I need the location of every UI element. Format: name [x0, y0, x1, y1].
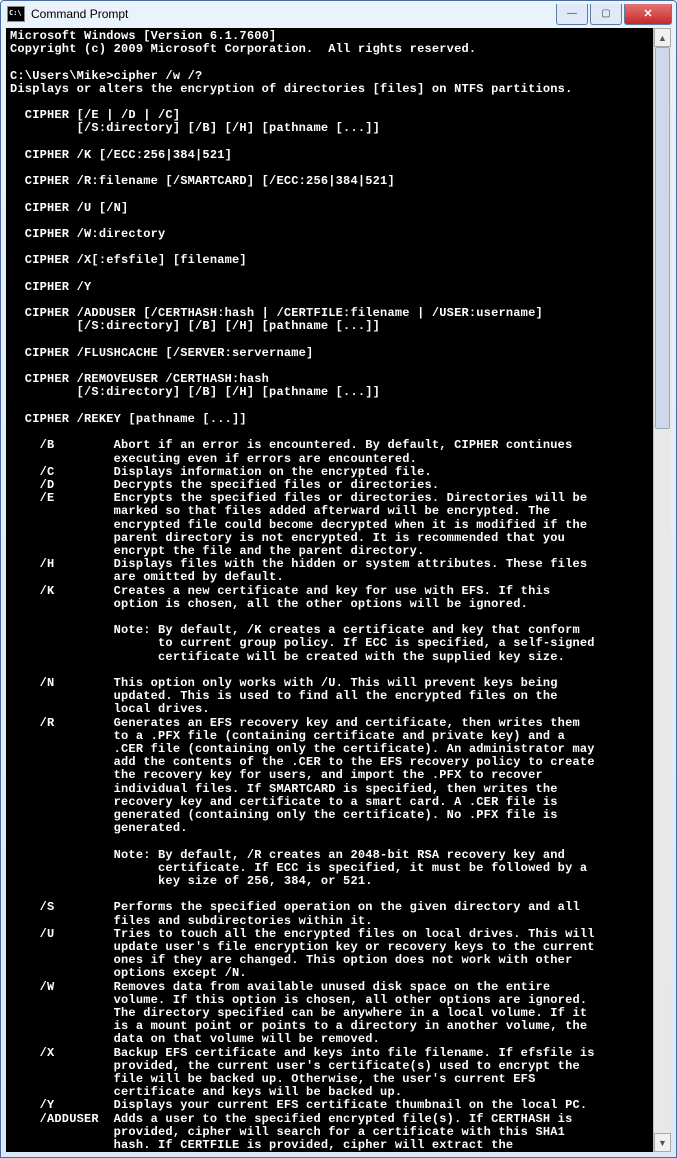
- window-title: Command Prompt: [31, 7, 554, 21]
- option-r: /R Generates an EFS recovery key and cer…: [10, 716, 595, 888]
- option-k: /K Creates a new certificate and key for…: [10, 584, 595, 664]
- terminal-output[interactable]: Microsoft Windows [Version 6.1.7600] Cop…: [6, 28, 654, 1152]
- scroll-up-button[interactable]: ▲: [654, 28, 671, 47]
- caption-buttons: — ▢ ✕: [554, 4, 672, 25]
- syntax-line: CIPHER [/E | /D | /C]: [10, 108, 180, 122]
- option-b: /B Abort if an error is encountered. By …: [10, 438, 573, 465]
- option-s: /S Performs the specified operation on t…: [10, 900, 580, 927]
- syntax-line: CIPHER /REMOVEUSER /CERTHASH:hash: [10, 372, 269, 386]
- syntax-line: CIPHER /Y: [10, 280, 91, 294]
- option-n: /N This option only works with /U. This …: [10, 676, 558, 716]
- syntax-line: CIPHER /K [/ECC:256|384|521]: [10, 148, 232, 162]
- syntax-line: [/S:directory] [/B] [/H] [pathname [...]…: [10, 121, 380, 135]
- option-u: /U Tries to touch all the encrypted file…: [10, 927, 595, 981]
- vertical-scrollbar[interactable]: ▲ ▼: [653, 28, 671, 1152]
- option-c: /C Displays information on the encrypted…: [10, 465, 432, 479]
- option-e: /E Encrypts the specified files or direc…: [10, 491, 587, 558]
- entered-command: cipher /w /?: [114, 69, 203, 83]
- option-d: /D Decrypts the specified files or direc…: [10, 478, 439, 492]
- syntax-line: [/S:directory] [/B] [/H] [pathname [...]…: [10, 385, 380, 399]
- syntax-line: CIPHER /R:filename [/SMARTCARD] [/ECC:25…: [10, 174, 395, 188]
- maximize-button[interactable]: ▢: [590, 4, 622, 25]
- option-h: /H Displays files with the hidden or sys…: [10, 557, 587, 584]
- header-line2: Copyright (c) 2009 Microsoft Corporation…: [10, 42, 476, 56]
- syntax-line: CIPHER /X[:efsfile] [filename]: [10, 253, 247, 267]
- command-description: Displays or alters the encryption of dir…: [10, 82, 573, 96]
- syntax-line: CIPHER /ADDUSER [/CERTHASH:hash | /CERTF…: [10, 306, 543, 320]
- option-y: /Y Displays your current EFS certificate…: [10, 1098, 587, 1112]
- option-x: /X Backup EFS certificate and keys into …: [10, 1046, 595, 1100]
- titlebar[interactable]: Command Prompt — ▢ ✕: [1, 1, 676, 27]
- header-line1: Microsoft Windows [Version 6.1.7600]: [10, 29, 276, 43]
- client-area: Microsoft Windows [Version 6.1.7600] Cop…: [6, 28, 671, 1152]
- syntax-line: CIPHER /U [/N]: [10, 201, 128, 215]
- cmd-icon: [7, 6, 25, 22]
- syntax-line: [/S:directory] [/B] [/H] [pathname [...]…: [10, 319, 380, 333]
- option-adduser: /ADDUSER Adds a user to the specified en…: [10, 1112, 580, 1152]
- close-button[interactable]: ✕: [624, 4, 672, 25]
- syntax-line: CIPHER /REKEY [pathname [...]]: [10, 412, 247, 426]
- window-frame: Command Prompt — ▢ ✕ Microsoft Windows […: [0, 0, 677, 1158]
- option-w: /W Removes data from available unused di…: [10, 980, 587, 1047]
- scroll-thumb[interactable]: [655, 47, 670, 429]
- minimize-button[interactable]: —: [556, 4, 588, 25]
- scroll-down-button[interactable]: ▼: [654, 1133, 671, 1152]
- syntax-line: CIPHER /FLUSHCACHE [/SERVER:servername]: [10, 346, 313, 360]
- scroll-track[interactable]: [654, 47, 671, 1133]
- syntax-line: CIPHER /W:directory: [10, 227, 165, 241]
- prompt: C:\Users\Mike>: [10, 69, 114, 83]
